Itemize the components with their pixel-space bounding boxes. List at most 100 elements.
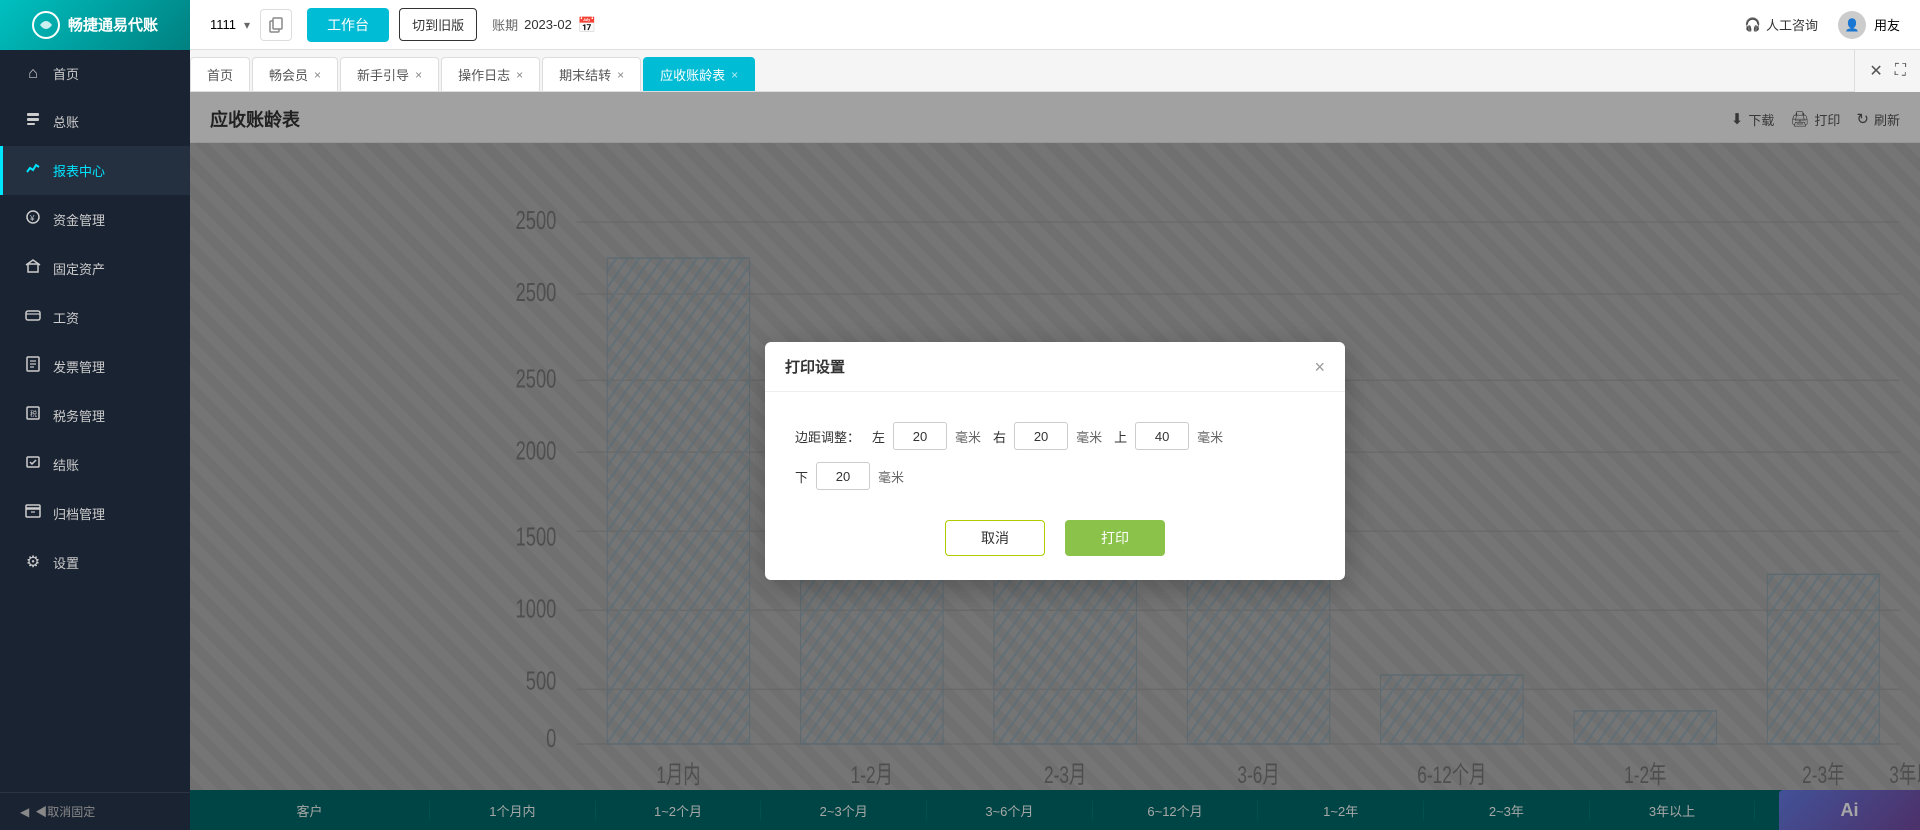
- modal-body: 边距调整： 左 毫米 右 毫米: [765, 392, 1345, 510]
- sidebar-item-tax[interactable]: 税 税务管理: [0, 391, 190, 440]
- margin-top-label: 上: [1114, 427, 1127, 446]
- sidebar-ledger-label: 总账: [53, 112, 79, 131]
- period-label: 账期: [492, 15, 518, 34]
- collapse-label: ◀取消固定: [35, 803, 95, 820]
- company-name: 1111: [210, 17, 236, 32]
- margin-bottom-input[interactable]: [816, 462, 870, 490]
- margin-top-unit: 毫米: [1197, 427, 1223, 446]
- company-selector[interactable]: 1111 ▾: [210, 17, 250, 32]
- sidebar-item-reports[interactable]: 报表中心: [0, 146, 190, 195]
- tax-icon: 税: [23, 405, 43, 426]
- tab-agetable-close[interactable]: ×: [731, 68, 738, 82]
- tab-agetable-label: 应收账龄表: [660, 65, 725, 84]
- copy-icon-btn[interactable]: [260, 9, 292, 41]
- tab-guide-label: 新手引导: [357, 65, 409, 84]
- sidebar-tax-label: 税务管理: [53, 406, 105, 425]
- support-link[interactable]: 🎧 人工咨询: [1745, 15, 1818, 34]
- margin-right-label: 右: [993, 427, 1006, 446]
- tab-oplog[interactable]: 操作日志 ×: [441, 57, 540, 91]
- tab-home[interactable]: 首页: [190, 57, 250, 91]
- sidebar-funds-label: 资金管理: [53, 210, 105, 229]
- sidebar-item-fixed-assets[interactable]: 固定资产: [0, 244, 190, 293]
- tab-home-label: 首页: [207, 65, 233, 84]
- content-area: 首页 畅会员 × 新手引导 × 操作日志 × 期末结转 × 应收账龄表 ×: [190, 50, 1920, 830]
- sidebar-invoice-label: 发票管理: [53, 357, 105, 376]
- margin-left-input[interactable]: [893, 422, 947, 450]
- tab-oplog-close[interactable]: ×: [516, 68, 523, 82]
- ledger-icon: [23, 111, 43, 132]
- margin-right-input[interactable]: [1014, 422, 1068, 450]
- tab-guide-close[interactable]: ×: [415, 68, 422, 82]
- switch-version-button[interactable]: 切到旧版: [399, 8, 477, 41]
- sidebar-item-home[interactable]: ⌂ 首页: [0, 50, 190, 97]
- sidebar-collapse-button[interactable]: ◀ ◀取消固定: [0, 792, 190, 830]
- sidebar-settings-label: 设置: [53, 553, 79, 572]
- sidebar-settlement-label: 结账: [53, 455, 79, 474]
- reports-icon: [23, 160, 43, 181]
- margin-bottom-unit: 毫米: [878, 467, 904, 486]
- margin-top-group: 上 毫米: [1114, 422, 1223, 450]
- sidebar-item-funds[interactable]: ¥ 资金管理: [0, 195, 190, 244]
- margin-left-label: 左: [872, 427, 885, 446]
- sidebar-item-ledger[interactable]: 总账: [0, 97, 190, 146]
- support-label: 人工咨询: [1766, 15, 1818, 34]
- tab-yearend-label: 期末结转: [559, 65, 611, 84]
- logo-area: 畅捷通易代账: [0, 0, 190, 50]
- calendar-icon[interactable]: 📅: [578, 16, 597, 34]
- margin-bottom-label: 下: [795, 467, 808, 486]
- svg-text:¥: ¥: [29, 214, 35, 223]
- close-window-btn[interactable]: ✕: [1865, 57, 1886, 85]
- print-confirm-button[interactable]: 打印: [1065, 520, 1165, 556]
- sidebar-item-settlement[interactable]: 结账: [0, 440, 190, 489]
- payroll-icon: [23, 307, 43, 328]
- tabs-bar: 首页 畅会员 × 新手引导 × 操作日志 × 期末结转 × 应收账龄表 ×: [190, 50, 1920, 92]
- sidebar-fixed-assets-label: 固定资产: [53, 259, 105, 278]
- sidebar-item-payroll[interactable]: 工资: [0, 293, 190, 342]
- svg-text:税: 税: [30, 409, 37, 418]
- user-label: 用友: [1874, 15, 1900, 34]
- collapse-icon: ◀: [20, 805, 29, 819]
- tab-member-close[interactable]: ×: [314, 68, 321, 82]
- tab-member-label: 畅会员: [269, 65, 308, 84]
- margin-bottom-group: 下 毫米: [795, 462, 904, 490]
- tab-yearend-close[interactable]: ×: [617, 68, 624, 82]
- top-right: 🎧 人工咨询 👤 用友: [1745, 11, 1920, 39]
- margin-form-row: 边距调整： 左 毫米 右 毫米: [795, 422, 1315, 490]
- main-layout: ⌂ 首页 总账 报表中心 ¥ 资金管理: [0, 50, 1920, 830]
- copy-icon: [268, 17, 284, 33]
- modal-header: 打印设置 ×: [765, 342, 1345, 392]
- invoice-icon: [23, 356, 43, 377]
- modal-overlay: 打印设置 × 边距调整： 左 毫米 右: [190, 92, 1920, 830]
- margin-left-unit: 毫米: [955, 427, 981, 446]
- margin-right-group: 右 毫米: [993, 422, 1102, 450]
- sidebar: ⌂ 首页 总账 报表中心 ¥ 资金管理: [0, 50, 190, 830]
- modal-close-button[interactable]: ×: [1314, 358, 1325, 376]
- funds-icon: ¥: [23, 209, 43, 230]
- modal-footer: 取消 打印: [765, 510, 1345, 580]
- tab-agetable[interactable]: 应收账龄表 ×: [643, 57, 755, 91]
- margin-top-input[interactable]: [1135, 422, 1189, 450]
- headset-icon: 🎧: [1745, 17, 1761, 33]
- tab-oplog-label: 操作日志: [458, 65, 510, 84]
- tab-member[interactable]: 畅会员 ×: [252, 57, 338, 91]
- sidebar-item-invoice[interactable]: 发票管理: [0, 342, 190, 391]
- expand-window-btn[interactable]: ⛶: [1891, 58, 1910, 84]
- page-content: 应收账龄表 ⬇ 下载 🖨 打印 ↻ 刷新: [190, 92, 1920, 830]
- user-avatar: 👤: [1838, 11, 1866, 39]
- sidebar-item-label: 首页: [53, 64, 79, 83]
- margin-left-group: 左 毫米: [872, 422, 981, 450]
- user-area[interactable]: 👤 用友: [1838, 11, 1900, 39]
- archive-icon: [23, 503, 43, 524]
- cancel-button[interactable]: 取消: [945, 520, 1045, 556]
- tab-yearend[interactable]: 期末结转 ×: [542, 57, 641, 91]
- workbench-button[interactable]: 工作台: [307, 8, 389, 42]
- sidebar-item-settings[interactable]: ⚙ 设置: [0, 538, 190, 586]
- avatar-icon: 👤: [1845, 18, 1860, 32]
- tab-guide[interactable]: 新手引导 ×: [340, 57, 439, 91]
- margin-label: 边距调整：: [795, 427, 860, 446]
- period-value: 2023-02: [524, 17, 572, 32]
- sidebar-item-archive[interactable]: 归档管理: [0, 489, 190, 538]
- company-dropdown-icon: ▾: [244, 18, 250, 32]
- settlement-icon: [23, 454, 43, 475]
- print-settings-dialog: 打印设置 × 边距调整： 左 毫米 右: [765, 342, 1345, 580]
